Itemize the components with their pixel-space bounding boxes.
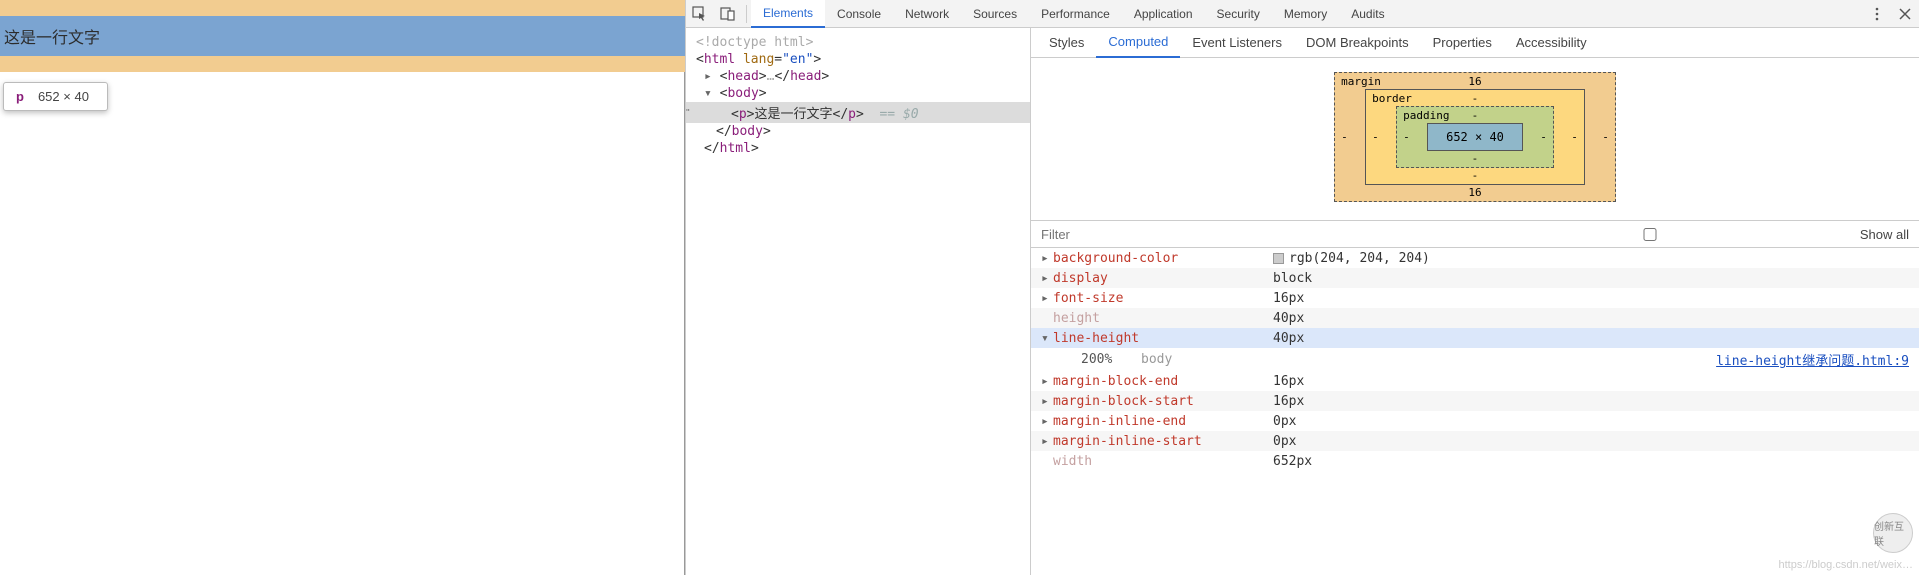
box-model-diagram: margin 16 16 - - border - - - - (1031, 58, 1919, 220)
device-toggle-icon[interactable] (714, 0, 742, 28)
dom-line[interactable]: </html> (686, 140, 1030, 157)
tooltip-dimensions: 652 × 40 (38, 89, 89, 104)
property-value: 16px (1273, 394, 1909, 409)
computed-row[interactable]: ▾line-height40px (1031, 328, 1919, 348)
computed-row[interactable]: ▸margin-inline-end0px (1031, 411, 1919, 431)
watermark-url: https://blog.csdn.net/weix… (1778, 559, 1913, 571)
dom-line-selected[interactable]: <p>这是一行文字</p> == $0 (686, 102, 1030, 123)
computed-row[interactable]: height40px (1031, 308, 1919, 328)
computed-row[interactable]: ▸displayblock (1031, 268, 1919, 288)
tab-memory[interactable]: Memory (1272, 0, 1339, 28)
dom-line[interactable]: </body> (686, 123, 1030, 140)
subtab-accessibility[interactable]: Accessibility (1504, 28, 1599, 58)
dom-line[interactable]: ▾ <body> (686, 85, 1030, 102)
subtab-styles[interactable]: Styles (1037, 28, 1096, 58)
disclosure-triangle-icon[interactable]: ▸ (1041, 291, 1053, 306)
computed-row[interactable]: ▸background-colorrgb(204, 204, 204) (1031, 248, 1919, 268)
inspect-icon[interactable] (686, 0, 714, 28)
dom-line[interactable]: <!doctype html> (686, 34, 1030, 51)
box-model-border[interactable]: border - - - - padding - - - (1365, 89, 1585, 185)
source-link[interactable]: line-height继承问题.html:9 (1716, 350, 1909, 369)
computed-properties-list[interactable]: ▸background-colorrgb(204, 204, 204)▸disp… (1031, 248, 1919, 575)
computed-row[interactable]: width652px (1031, 451, 1919, 471)
tab-performance[interactable]: Performance (1029, 0, 1122, 28)
devtools-panel: ElementsConsoleNetworkSourcesPerformance… (685, 0, 1919, 575)
elements-tree[interactable]: <!doctype html> <html lang="en"> ▸ <head… (686, 28, 1031, 575)
styles-side-panel: StylesComputedEvent ListenersDOM Breakpo… (1031, 28, 1919, 575)
computed-row[interactable]: ▸margin-inline-start0px (1031, 431, 1919, 451)
subtab-computed[interactable]: Computed (1096, 28, 1180, 58)
property-name: margin-block-start (1053, 394, 1273, 409)
property-name: width (1053, 454, 1273, 469)
tab-console[interactable]: Console (825, 0, 893, 28)
property-value: 0px (1273, 414, 1909, 429)
property-value: 16px (1273, 374, 1909, 389)
computed-row[interactable]: ▸margin-block-start16px (1031, 391, 1919, 411)
tab-separator (746, 5, 747, 23)
computed-row[interactable]: ▸font-size16px (1031, 288, 1919, 308)
property-value: 40px (1273, 311, 1909, 326)
property-value: rgb(204, 204, 204) (1273, 251, 1909, 266)
cascade-value: 200% (1081, 352, 1141, 367)
disclosure-triangle-icon[interactable]: ▸ (1041, 394, 1053, 409)
kebab-menu-icon[interactable] (1863, 0, 1891, 28)
element-tooltip: p 652 × 40 (3, 82, 108, 111)
disclosure-triangle-icon[interactable]: ▾ (1041, 331, 1053, 346)
tab-sources[interactable]: Sources (961, 0, 1029, 28)
subtab-event-listeners[interactable]: Event Listeners (1180, 28, 1294, 58)
property-value: 16px (1273, 291, 1909, 306)
property-name: margin-inline-end (1053, 414, 1273, 429)
box-model-margin[interactable]: margin 16 16 - - border - - - - (1334, 72, 1616, 202)
computed-row[interactable]: ▸margin-block-end16px (1031, 371, 1919, 391)
property-value: 0px (1273, 434, 1909, 449)
box-model-padding[interactable]: padding - - - - 652 × 40 (1396, 106, 1554, 168)
disclosure-triangle-icon[interactable]: ▸ (1041, 434, 1053, 449)
devtools-main-tabs: ElementsConsoleNetworkSourcesPerformance… (686, 0, 1919, 28)
tooltip-tag: p (16, 89, 24, 104)
side-panel-tabs: StylesComputedEvent ListenersDOM Breakpo… (1031, 28, 1919, 58)
show-all-checkbox[interactable] (1450, 228, 1849, 241)
property-name: font-size (1053, 291, 1273, 306)
box-model-content[interactable]: 652 × 40 (1427, 123, 1523, 151)
disclosure-triangle-icon[interactable]: ▸ (1041, 414, 1053, 429)
disclosure-triangle-icon[interactable]: ▸ (1041, 251, 1053, 266)
property-value: 40px (1273, 331, 1909, 346)
subtab-dom-breakpoints[interactable]: DOM Breakpoints (1294, 28, 1421, 58)
property-name: height (1053, 311, 1273, 326)
property-value: block (1273, 271, 1909, 286)
watermark-logo: 创新互联 (1873, 513, 1913, 553)
tab-audits[interactable]: Audits (1339, 0, 1396, 28)
cascade-source: body (1141, 352, 1716, 367)
tab-elements[interactable]: Elements (751, 0, 825, 28)
highlight-margin-box: 这是一行文字 (0, 0, 685, 72)
property-name: margin-block-end (1053, 374, 1273, 389)
dom-line[interactable]: <html lang="en"> (686, 51, 1030, 68)
property-name: margin-inline-start (1053, 434, 1273, 449)
tab-security[interactable]: Security (1205, 0, 1272, 28)
property-value: 652px (1273, 454, 1909, 469)
property-name: background-color (1053, 251, 1273, 266)
color-swatch-icon (1273, 253, 1284, 264)
computed-detail-row: 200%bodyline-height继承问题.html:9 (1031, 348, 1919, 371)
paragraph-element[interactable]: 这是一行文字 (0, 16, 685, 56)
tab-application[interactable]: Application (1122, 0, 1205, 28)
filter-row: Show all (1031, 220, 1919, 248)
rendered-page-pane: 这是一行文字 p 652 × 40 (0, 0, 685, 575)
disclosure-triangle-icon[interactable]: ▸ (1041, 374, 1053, 389)
property-name: line-height (1053, 331, 1273, 346)
subtab-properties[interactable]: Properties (1421, 28, 1504, 58)
tab-network[interactable]: Network (893, 0, 961, 28)
disclosure-triangle-icon[interactable]: ▸ (1041, 271, 1053, 286)
dom-line[interactable]: ▸ <head>…</head> (686, 68, 1030, 85)
filter-input[interactable] (1041, 223, 1440, 245)
show-all-label: Show all (1860, 227, 1909, 242)
close-icon[interactable] (1891, 0, 1919, 28)
property-name: display (1053, 271, 1273, 286)
